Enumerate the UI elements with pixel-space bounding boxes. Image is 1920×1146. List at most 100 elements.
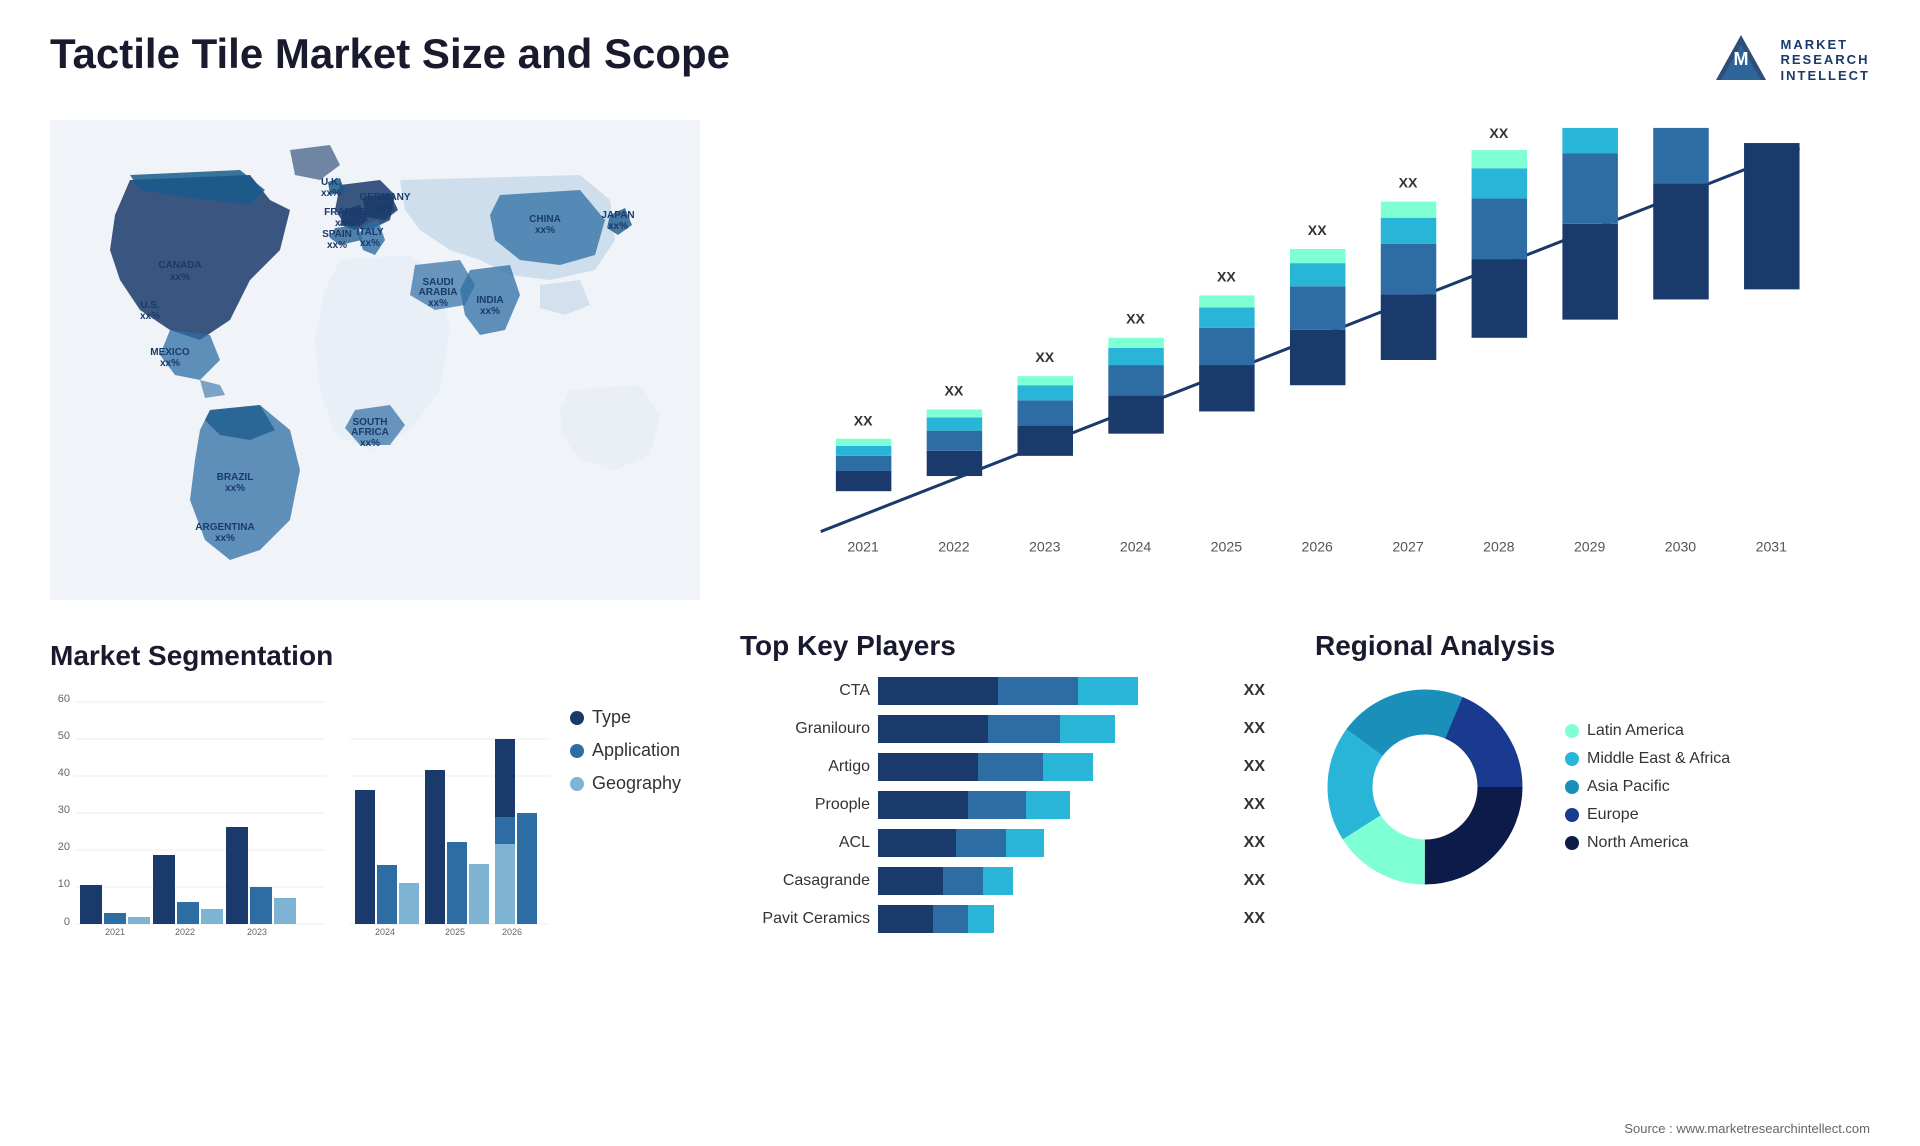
player-bar-inner [878,715,1230,743]
logo-line1: MARKET [1781,37,1871,53]
bar-light [1043,753,1093,781]
svg-text:XX: XX [1308,222,1327,238]
segmentation-chart: 0 10 20 30 40 50 60 [50,687,330,937]
us-label: U.S. [140,300,160,311]
player-xx-cta: XX [1244,682,1265,700]
svg-text:2029: 2029 [1574,539,1606,555]
bar-medium [956,829,1006,857]
player-bar-proople [878,791,1230,819]
donut-container: Latin America Middle East & Africa Asia … [1315,677,1860,897]
bar-dark [878,677,998,705]
canada-label: CANADA [158,260,201,271]
svg-text:2022: 2022 [175,927,195,937]
legend-type: Type [570,707,681,728]
bar-light [1060,715,1115,743]
mexico-value: xx% [160,358,180,369]
player-name-casagrande: Casagrande [740,872,870,890]
map-section: CANADA xx% U.S. xx% MEXICO xx% BRAZIL xx… [50,110,700,610]
logo-line3: INTELLECT [1781,68,1871,84]
player-bar-pavit [878,905,1230,933]
svg-text:XX: XX [945,382,964,398]
key-players-section: Top Key Players CTA XX Granilouro [720,630,1285,947]
svg-text:2030: 2030 [1665,539,1697,555]
player-xx-proople: XX [1244,796,1265,814]
svg-text:XX: XX [1399,174,1418,190]
europe-dot [1565,808,1579,822]
svg-text:10: 10 [58,878,70,890]
player-bar-granilouro [878,715,1230,743]
legend-geography: Geography [570,773,681,794]
player-bar-inner [878,829,1230,857]
svg-text:2027: 2027 [1392,539,1424,555]
page-container: Tactile Tile Market Size and Scope M MAR… [0,0,1920,1146]
application-dot [570,744,584,758]
growth-bar-chart: XX 2021 XX 2022 XX 2023 [740,120,1850,600]
player-name-acl: ACL [740,834,870,852]
player-bar-inner [878,867,1230,895]
saudi-value: xx% [428,298,448,309]
legend-latin-america: Latin America [1565,722,1730,740]
type-label: Type [592,707,631,728]
svg-text:50: 50 [58,730,70,742]
bar-chart-section: XX 2021 XX 2022 XX 2023 [720,110,1870,610]
svg-text:2025: 2025 [445,927,465,937]
page-title: Tactile Tile Market Size and Scope [50,30,730,78]
logo-container: M MARKET RESEARCH INTELLECT [1711,30,1871,90]
regional-title: Regional Analysis [1315,630,1860,662]
southafrica-label2: AFRICA [351,427,389,438]
uk-value: xx% [321,188,341,199]
bar-medium [943,867,983,895]
svg-text:XX: XX [1126,311,1145,327]
southafrica-value: xx% [360,438,380,449]
asia-pacific-dot [1565,780,1579,794]
latin-america-label: Latin America [1587,722,1684,740]
svg-text:60: 60 [58,693,70,705]
player-row-pavit: Pavit Ceramics XX [740,905,1265,933]
player-row-granilouro: Granilouro XX [740,715,1265,743]
world-map-svg: CANADA xx% U.S. xx% MEXICO xx% BRAZIL xx… [50,110,700,610]
svg-text:2021: 2021 [105,927,125,937]
argentina-label: ARGENTINA [195,522,254,533]
svg-text:2021: 2021 [847,539,879,555]
player-xx-acl: XX [1244,834,1265,852]
bar-dark [878,791,968,819]
us-value: xx% [140,311,160,322]
geography-dot [570,777,584,791]
bar-light [1026,791,1070,819]
bottom-right: Top Key Players CTA XX Granilouro [720,630,1870,947]
brazil-value: xx% [225,483,245,494]
svg-text:XX: XX [1217,268,1236,284]
bar-dark [878,829,956,857]
bar-dark [878,905,933,933]
svg-text:XX: XX [854,413,873,429]
player-xx-casagrande: XX [1244,872,1265,890]
north-america-dot [1565,836,1579,850]
player-row-cta: CTA XX [740,677,1265,705]
bottom-section: Market Segmentation 0 10 20 30 40 50 60 [50,630,700,947]
bar-medium [998,677,1078,705]
player-bar-inner [878,753,1230,781]
germany-value: xx% [375,203,395,214]
header: Tactile Tile Market Size and Scope M MAR… [50,30,1870,90]
germany-label: GERMANY [359,192,410,203]
regional-legend: Latin America Middle East & Africa Asia … [1565,722,1730,852]
source-text: Source : www.marketresearchintellect.com [1624,1121,1870,1136]
japan-value: xx% [608,221,628,232]
player-name-cta: CTA [740,682,870,700]
svg-text:2026: 2026 [1302,539,1334,555]
legend-asia-pacific: Asia Pacific [1565,778,1730,796]
svg-text:XX: XX [1035,349,1054,365]
player-name-proople: Proople [740,796,870,814]
bar-medium [988,715,1060,743]
mexico-label: MEXICO [150,347,190,358]
china-label: CHINA [529,214,561,225]
svg-text:2025: 2025 [1211,539,1243,555]
svg-text:2031: 2031 [1756,539,1788,555]
india-label: INDIA [476,295,503,306]
canada-value: xx% [170,272,190,283]
france-value: xx% [335,218,355,229]
segmentation-container: 0 10 20 30 40 50 60 [50,687,700,937]
asia-pacific-label: Asia Pacific [1587,778,1670,796]
svg-text:2023: 2023 [1029,539,1061,555]
player-name-artigo: Artigo [740,758,870,776]
